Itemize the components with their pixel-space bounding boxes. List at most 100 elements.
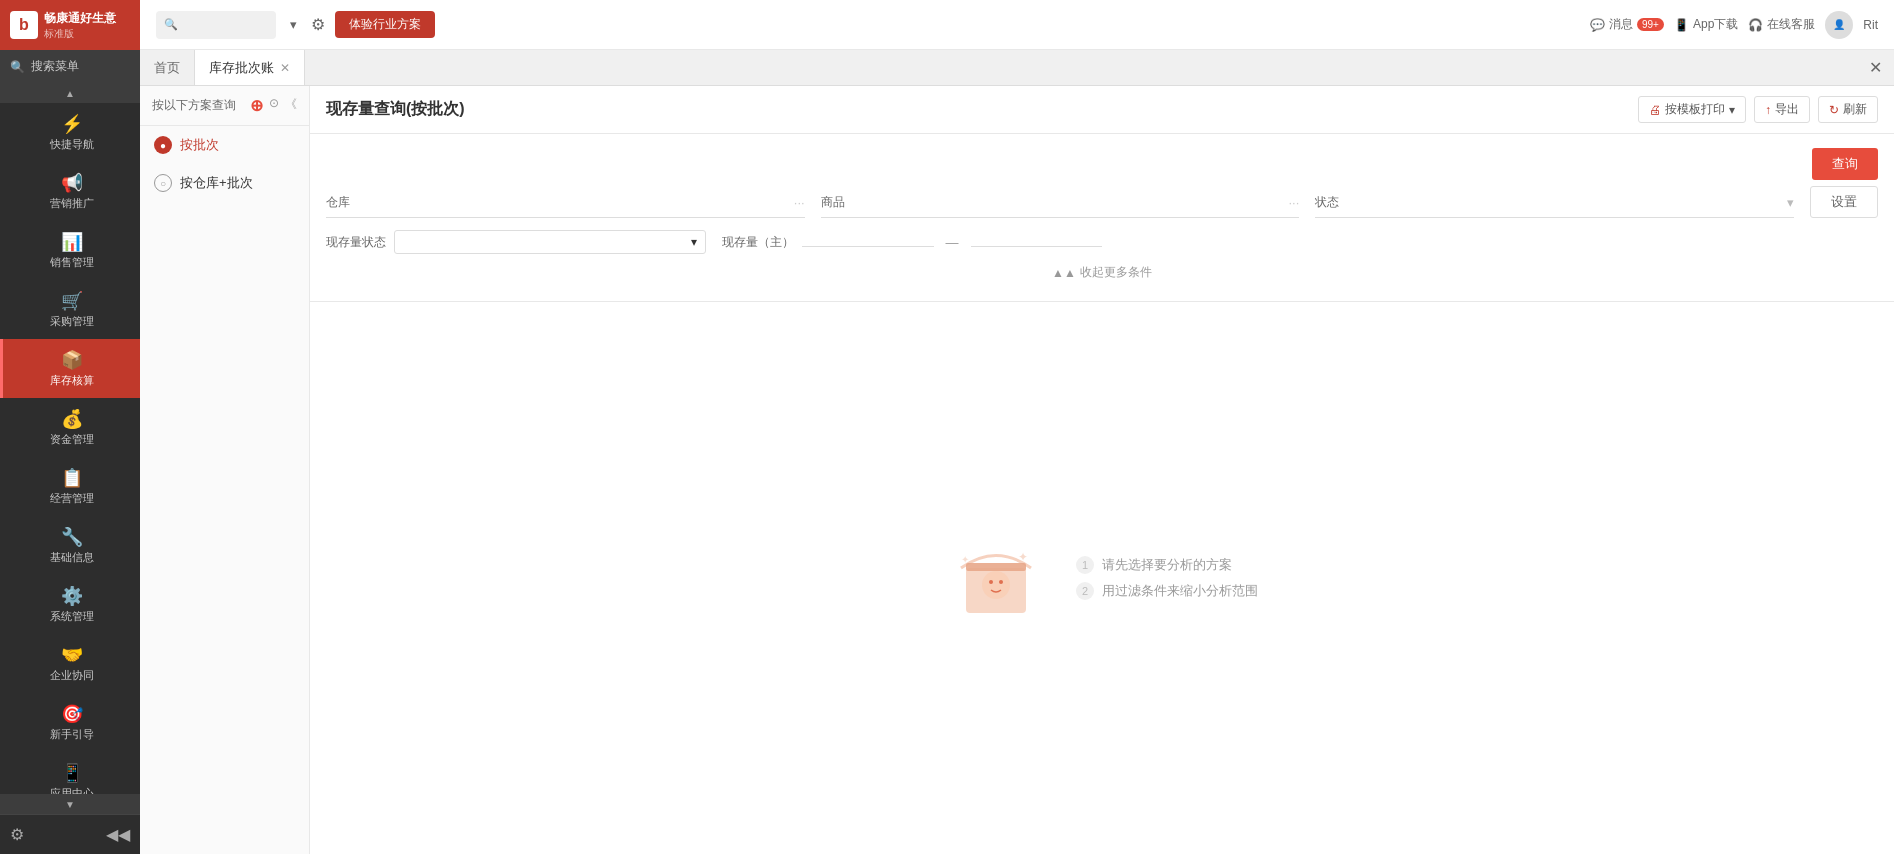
collapse-up-icon: ▲▲ <box>1052 266 1076 280</box>
inventory-qty-min[interactable] <box>802 238 934 247</box>
empty-illustration: ✦ ✦ <box>946 533 1046 623</box>
tab-home[interactable]: 首页 <box>140 50 195 85</box>
product-more-icon[interactable]: ··· <box>1289 195 1300 210</box>
product-label: 商品 <box>821 194 861 211</box>
online-service-action[interactable]: 🎧 在线客服 <box>1748 16 1815 33</box>
filter-collapse-btn[interactable]: ▲▲ 收起更多条件 <box>326 258 1878 287</box>
filter-item-warehouse-batch[interactable]: ○ 按仓库+批次 <box>140 164 309 202</box>
online-service-label: 在线客服 <box>1767 16 1815 33</box>
settings-btn[interactable]: 设置 <box>1810 186 1878 218</box>
sidebar-item-label: 系统管理 <box>50 609 94 624</box>
filter-item-batch[interactable]: ● 按批次 <box>140 126 309 164</box>
hint-item-1: 1 请先选择要分析的方案 <box>1076 556 1258 574</box>
sidebar-item-sales[interactable]: 📊 销售管理 <box>0 221 140 280</box>
app-edition: 标准版 <box>44 27 116 41</box>
add-filter-icon[interactable]: ⊕ <box>250 96 263 115</box>
product-input[interactable] <box>861 191 1289 213</box>
warehouse-more-icon[interactable]: ··· <box>794 195 805 210</box>
sidebar-item-enterprise[interactable]: 🤝 企业协同 <box>0 634 140 693</box>
inventory-qty-dash: — <box>942 235 963 250</box>
refresh-btn[interactable]: ↻ 刷新 <box>1818 96 1878 123</box>
sidebar-item-marketing[interactable]: 📢 营销推广 <box>0 162 140 221</box>
sidebar-item-inventory[interactable]: 📦 库存核算 <box>0 339 140 398</box>
inventory-status-dropdown-icon: ▾ <box>691 235 697 249</box>
messages-label: 消息 <box>1609 16 1633 33</box>
settings-bottom-icon[interactable]: ⚙ <box>10 825 24 844</box>
svg-rect-1 <box>966 563 1026 571</box>
filter-panel-title: 按以下方案查询 <box>152 97 236 114</box>
sidebar-item-basic[interactable]: 🔧 基础信息 <box>0 516 140 575</box>
svg-text:✦: ✦ <box>961 554 969 565</box>
filter-active-dot: ● <box>154 136 172 154</box>
empty-hints: 1 请先选择要分析的方案 2 用过滤条件来缩小分析范围 <box>1076 556 1258 600</box>
collapse-sidebar-icon[interactable]: ◀◀ <box>106 825 130 844</box>
export-icon: ↑ <box>1765 103 1771 117</box>
app-center-icon: 📱 <box>61 762 83 784</box>
inventory-status-label: 现存量状态 <box>326 234 386 251</box>
sidebar-bottom: ⚙ ◀◀ <box>0 814 140 854</box>
newbie-icon: 🎯 <box>61 703 83 725</box>
query-btn[interactable]: 查询 <box>1812 148 1878 180</box>
topbar: 🔍 ▾ ⚙ 体验行业方案 💬 消息 99+ 📱 App下载 🎧 在线客服 👤 R… <box>140 0 1894 50</box>
status-dropdown-icon[interactable]: ▾ <box>1787 195 1794 210</box>
filter-inactive-dot: ○ <box>154 174 172 192</box>
refresh-icon: ↻ <box>1829 103 1839 117</box>
inventory-qty-max[interactable] <box>971 238 1103 247</box>
topbar-search-box[interactable]: 🔍 <box>156 11 276 39</box>
sidebar-item-label: 企业协同 <box>50 668 94 683</box>
filter-collapse-icon[interactable]: 《 <box>285 96 297 115</box>
tab-close-icon[interactable]: ✕ <box>280 62 290 74</box>
industry-btn[interactable]: 体验行业方案 <box>335 11 435 38</box>
messages-badge: 99+ <box>1637 18 1664 31</box>
app-logo: b <box>10 11 38 39</box>
sidebar-item-system[interactable]: ⚙️ 系统管理 <box>0 575 140 634</box>
user-avatar[interactable]: 👤 <box>1825 11 1853 39</box>
sidebar-scroll-up[interactable]: ▲ <box>0 83 140 103</box>
sidebar-header: b 畅康通好生意 标准版 <box>0 0 140 50</box>
hint-text-1: 请先选择要分析的方案 <box>1102 556 1232 574</box>
svg-point-4 <box>999 580 1003 584</box>
print-dropdown-icon[interactable]: ▾ <box>1729 103 1735 117</box>
tab-bar-close-btn[interactable]: ✕ <box>1857 50 1894 85</box>
filter-item-label: 按批次 <box>180 136 219 154</box>
finance-icon: 💰 <box>61 408 83 430</box>
sidebar-item-app-center[interactable]: 📱 应用中心 <box>0 752 140 794</box>
empty-state: ✦ ✦ 1 请先选择要分析的方案 2 用过滤条件来缩小分析范围 <box>310 302 1894 854</box>
sales-icon: 📊 <box>61 231 83 253</box>
sidebar: b 畅康通好生意 标准版 🔍 搜索菜单 ▲ ⚡ 快捷导航 📢 营销推广 📊 销售… <box>0 0 140 854</box>
export-btn[interactable]: ↑ 导出 <box>1754 96 1810 123</box>
username[interactable]: Rit <box>1863 18 1878 32</box>
warehouse-input[interactable] <box>366 191 794 213</box>
sidebar-item-operation[interactable]: 📋 经营管理 <box>0 457 140 516</box>
topbar-dropdown-icon[interactable]: ▾ <box>286 17 301 32</box>
sidebar-search[interactable]: 🔍 搜索菜单 <box>0 50 140 83</box>
sidebar-item-label: 快捷导航 <box>50 137 94 152</box>
marketing-icon: 📢 <box>61 172 83 194</box>
sidebar-item-quick-nav[interactable]: ⚡ 快捷导航 <box>0 103 140 162</box>
sidebar-item-label: 资金管理 <box>50 432 94 447</box>
sidebar-item-newbie[interactable]: 🎯 新手引导 <box>0 693 140 752</box>
hint-num-2: 2 <box>1076 582 1094 600</box>
messages-action[interactable]: 💬 消息 99+ <box>1590 16 1664 33</box>
tab-bar: 首页 库存批次账 ✕ ✕ <box>140 50 1894 86</box>
print-icon: 🖨 <box>1649 103 1661 117</box>
page-content: 按以下方案查询 ⊕ ⊙ 《 ● 按批次 ○ 按仓库+批次 现存量查询(按批次) <box>140 86 1894 854</box>
sidebar-scroll-down[interactable]: ▼ <box>0 794 140 814</box>
topbar-settings-icon[interactable]: ⚙ <box>311 15 325 34</box>
svg-text:✦: ✦ <box>1018 550 1028 564</box>
sidebar-item-label: 应用中心 <box>50 786 94 794</box>
btn-group-right: 查询 设置 <box>1810 148 1878 218</box>
search-filters: 仓库 ··· 商品 ··· <box>310 134 1894 302</box>
sidebar-item-finance[interactable]: 💰 资金管理 <box>0 398 140 457</box>
app-download-action[interactable]: 📱 App下载 <box>1674 16 1738 33</box>
inventory-status-select[interactable]: ▾ <box>394 230 706 254</box>
filter-settings-icon[interactable]: ⊙ <box>269 96 279 115</box>
page-header-actions: 🖨 按模板打印 ▾ ↑ 导出 ↻ 刷新 <box>1638 96 1878 123</box>
print-btn[interactable]: 🖨 按模板打印 ▾ <box>1638 96 1746 123</box>
tab-inventory-batch[interactable]: 库存批次账 ✕ <box>195 50 305 85</box>
basic-icon: 🔧 <box>61 526 83 548</box>
page-title: 现存量查询(按批次) <box>326 99 465 120</box>
filter-panel-header: 按以下方案查询 ⊕ ⊙ 《 <box>140 86 309 126</box>
status-input[interactable] <box>1355 191 1787 213</box>
sidebar-item-purchase[interactable]: 🛒 采购管理 <box>0 280 140 339</box>
